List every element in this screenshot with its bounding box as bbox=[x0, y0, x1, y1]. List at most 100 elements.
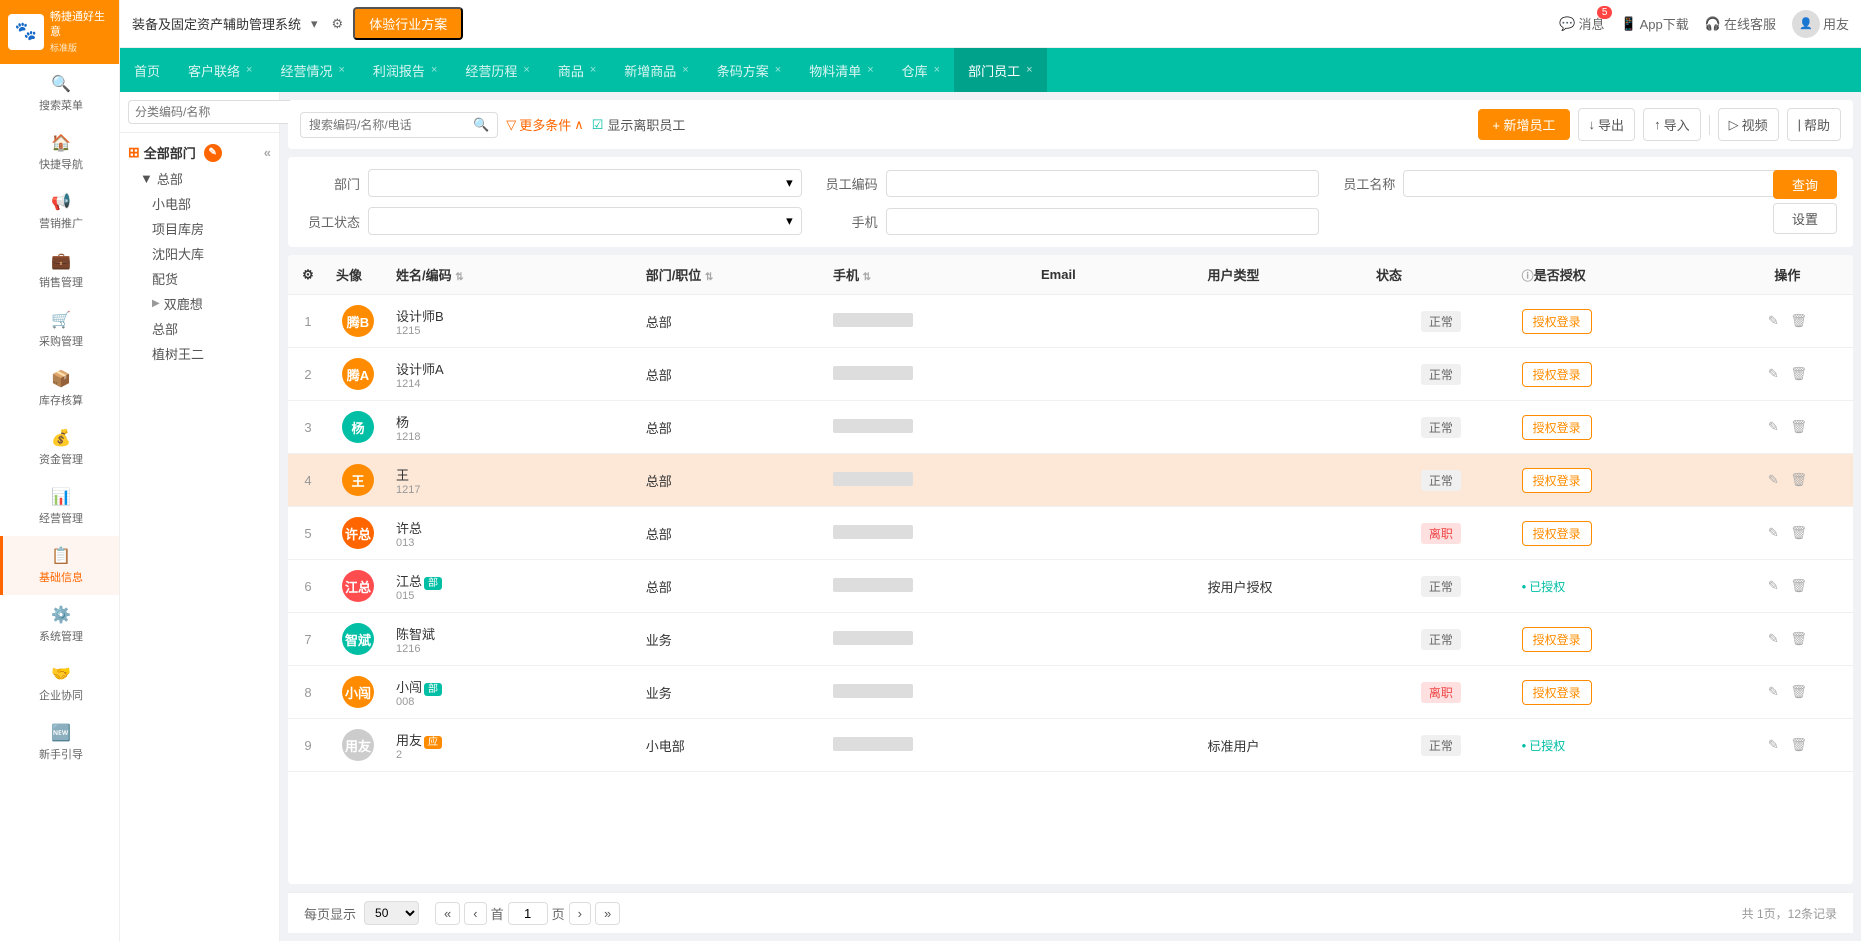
delete-btn[interactable]: 🗑 bbox=[1786, 417, 1811, 437]
delete-btn[interactable]: 🗑 bbox=[1786, 735, 1811, 755]
tab-home[interactable]: 首页 bbox=[120, 48, 174, 92]
last-page-btn[interactable]: » bbox=[595, 902, 620, 925]
query-button[interactable]: 查询 bbox=[1773, 170, 1837, 199]
tab-close-add-goods[interactable]: × bbox=[682, 64, 688, 76]
edit-btn[interactable]: ✎ bbox=[1764, 364, 1783, 384]
sidebar-item-finance[interactable]: 💰 资金管理 bbox=[0, 418, 119, 477]
sidebar-item-guide[interactable]: 🆕 新手引导 bbox=[0, 713, 119, 772]
auth-btn[interactable]: 授权登录 bbox=[1522, 415, 1592, 440]
edit-btn[interactable]: ✎ bbox=[1764, 417, 1783, 437]
auth-btn[interactable]: 授权登录 bbox=[1522, 680, 1592, 705]
tab-close-goods[interactable]: × bbox=[590, 64, 596, 76]
filter-phone-input[interactable] bbox=[886, 208, 1320, 235]
dept-edit-icon[interactable]: ✎ bbox=[204, 144, 222, 162]
tab-barcode[interactable]: 条码方案× bbox=[703, 48, 795, 92]
next-page-btn[interactable]: › bbox=[569, 902, 591, 925]
dept-item-zongbu[interactable]: 总部 bbox=[148, 316, 271, 341]
more-conditions-btn[interactable]: ▽ 更多条件 ∧ bbox=[506, 115, 584, 134]
sidebar-item-collab[interactable]: 🤝 企业协同 bbox=[0, 654, 119, 713]
dept-item-xiaodian[interactable]: 小电部 bbox=[148, 191, 271, 216]
sidebar-item-inventory[interactable]: 📦 库存核算 bbox=[0, 359, 119, 418]
sort-name-icon[interactable]: ⇅ bbox=[455, 272, 463, 283]
tab-profit[interactable]: 利润报告× bbox=[359, 48, 451, 92]
tab-close-operation[interactable]: × bbox=[338, 64, 344, 76]
sidebar-item-operation[interactable]: 📊 经营管理 bbox=[0, 477, 119, 536]
delete-btn[interactable]: 🗑 bbox=[1786, 523, 1811, 543]
first-page-btn[interactable]: « bbox=[435, 902, 460, 925]
page-input[interactable] bbox=[508, 902, 548, 925]
export-button[interactable]: ↓ 导出 bbox=[1578, 108, 1636, 141]
page-size-select[interactable]: 50 20 100 bbox=[364, 901, 419, 925]
search-input[interactable] bbox=[309, 118, 469, 132]
col-settings[interactable]: ⚙ bbox=[288, 255, 328, 295]
edit-btn[interactable]: ✎ bbox=[1764, 735, 1783, 755]
online-service-button[interactable]: 🎧 在线客服 bbox=[1705, 14, 1776, 33]
dept-collapse-btn[interactable]: « bbox=[264, 145, 271, 160]
dept-item-shenyang[interactable]: 沈阳大库 bbox=[148, 241, 271, 266]
sort-dept-icon[interactable]: ⇅ bbox=[705, 272, 713, 283]
dept-item-zongbu-root[interactable]: ▼ 总部 bbox=[136, 166, 271, 191]
filter-emp-name-input[interactable] bbox=[1403, 170, 1837, 197]
user-menu[interactable]: 👤 用友 bbox=[1792, 10, 1849, 38]
video-button[interactable]: ▷ 视频 bbox=[1718, 108, 1779, 141]
tab-close-history[interactable]: × bbox=[523, 64, 529, 76]
topbar-dropdown-icon[interactable]: ▾ bbox=[311, 16, 318, 32]
import-button[interactable]: ↑ 导入 bbox=[1643, 108, 1701, 141]
tab-close-bom[interactable]: × bbox=[867, 64, 873, 76]
tab-goods[interactable]: 商品× bbox=[544, 48, 610, 92]
search-input-wrap[interactable]: 🔍 bbox=[300, 112, 498, 138]
auth-btn[interactable]: 授权登录 bbox=[1522, 362, 1592, 387]
tab-close-warehouse[interactable]: × bbox=[934, 64, 940, 76]
tab-close-barcode[interactable]: × bbox=[775, 64, 781, 76]
tab-customer[interactable]: 客户联络× bbox=[174, 48, 266, 92]
filter-status-select[interactable]: ▾ bbox=[368, 207, 802, 235]
sort-phone-icon[interactable]: ⇅ bbox=[863, 272, 871, 283]
topbar-gear-icon[interactable]: ⚙ bbox=[332, 16, 344, 32]
edit-btn[interactable]: ✎ bbox=[1764, 470, 1783, 490]
delete-btn[interactable]: 🗑 bbox=[1786, 682, 1811, 702]
dept-search-input[interactable] bbox=[128, 100, 297, 124]
tab-warehouse[interactable]: 仓库× bbox=[888, 48, 954, 92]
tab-close-customer[interactable]: × bbox=[246, 64, 252, 76]
auth-btn[interactable]: 授权登录 bbox=[1522, 468, 1592, 493]
sidebar-item-system[interactable]: ⚙️ 系统管理 bbox=[0, 595, 119, 654]
message-button[interactable]: 💬 消息 5 bbox=[1559, 14, 1604, 33]
dept-item-zhishu[interactable]: 植树王二 bbox=[148, 341, 271, 366]
delete-btn[interactable]: 🗑 bbox=[1786, 311, 1811, 331]
tab-add-goods[interactable]: 新增商品× bbox=[610, 48, 702, 92]
tab-operation-stat[interactable]: 经营情况× bbox=[266, 48, 358, 92]
delete-btn[interactable]: 🗑 bbox=[1786, 629, 1811, 649]
show-resigned-toggle[interactable]: ☑ 显示离职员工 bbox=[592, 115, 686, 134]
sidebar-item-search[interactable]: 🔍 搜索菜单 bbox=[0, 64, 119, 123]
sidebar-item-sales[interactable]: 💼 销售管理 bbox=[0, 241, 119, 300]
tab-history[interactable]: 经营历程× bbox=[451, 48, 543, 92]
sidebar-item-purchase[interactable]: 🛒 采购管理 bbox=[0, 300, 119, 359]
filter-dept-select[interactable]: ▾ bbox=[368, 169, 802, 197]
app-download-button[interactable]: 📱 App下载 bbox=[1620, 14, 1688, 33]
add-employee-button[interactable]: + 新增员工 bbox=[1478, 109, 1569, 140]
edit-btn[interactable]: ✎ bbox=[1764, 629, 1783, 649]
sidebar-item-quicknav[interactable]: 🏠 快捷导航 bbox=[0, 123, 119, 182]
tab-close-employee[interactable]: × bbox=[1026, 64, 1032, 76]
help-button[interactable]: | 帮助 bbox=[1787, 108, 1841, 141]
auth-btn[interactable]: 授权登录 bbox=[1522, 627, 1592, 652]
set-button[interactable]: 设置 bbox=[1773, 203, 1837, 234]
dept-item-peihuo[interactable]: 配货 bbox=[148, 266, 271, 291]
sidebar-item-basic[interactable]: 📋 基础信息 bbox=[0, 536, 119, 595]
filter-emp-code-input[interactable] bbox=[886, 170, 1320, 197]
delete-btn[interactable]: 🗑 bbox=[1786, 576, 1811, 596]
tab-employee[interactable]: 部门员工× bbox=[954, 48, 1046, 92]
tab-bom[interactable]: 物料清单× bbox=[795, 48, 887, 92]
edit-btn[interactable]: ✎ bbox=[1764, 311, 1783, 331]
trial-button[interactable]: 体验行业方案 bbox=[353, 7, 463, 40]
sidebar-item-marketing[interactable]: 📢 营销推广 bbox=[0, 182, 119, 241]
edit-btn[interactable]: ✎ bbox=[1764, 523, 1783, 543]
auth-info-icon[interactable]: ⓘ bbox=[1522, 269, 1534, 283]
dept-all-item[interactable]: ⊞ 全部部门 ✎ « bbox=[128, 139, 271, 166]
prev-page-btn[interactable]: ‹ bbox=[464, 902, 486, 925]
delete-btn[interactable]: 🗑 bbox=[1786, 470, 1811, 490]
auth-btn[interactable]: 授权登录 bbox=[1522, 521, 1592, 546]
tab-close-profit[interactable]: × bbox=[431, 64, 437, 76]
edit-btn[interactable]: ✎ bbox=[1764, 576, 1783, 596]
dept-item-shuangluxiang[interactable]: ▶ 双鹿想 bbox=[148, 291, 271, 316]
